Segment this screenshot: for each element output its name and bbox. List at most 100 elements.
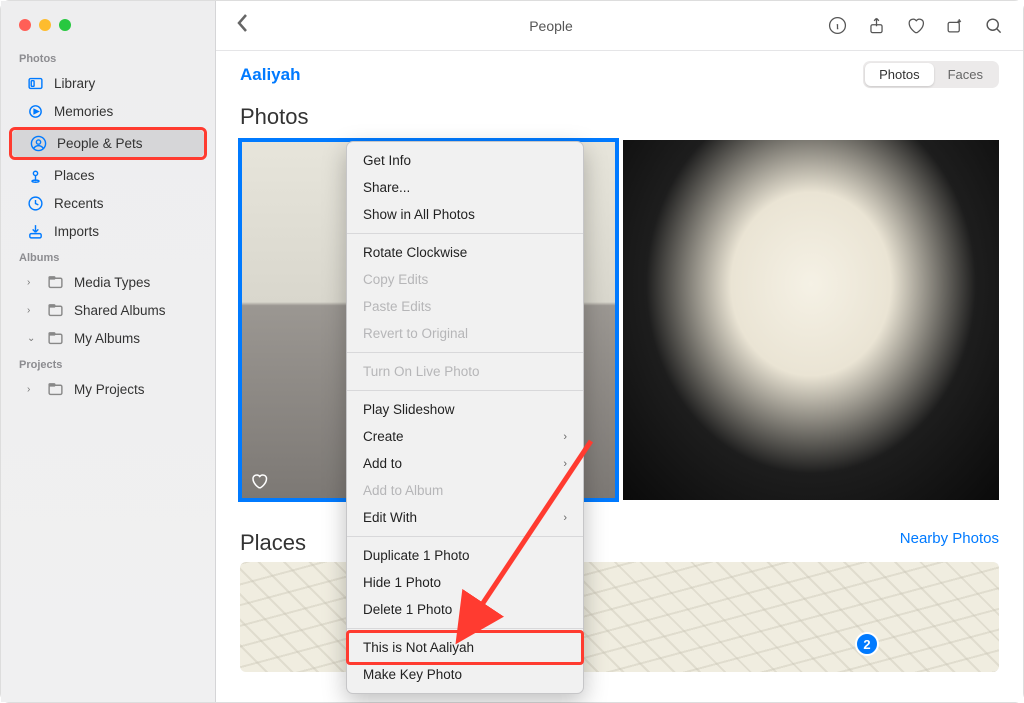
sidebar-item-label: Shared Albums xyxy=(74,303,166,318)
toolbar: People xyxy=(216,1,1023,51)
imports-icon xyxy=(27,223,44,240)
context-menu-item-label: Create xyxy=(363,429,404,444)
nearby-photos-link[interactable]: Nearby Photos xyxy=(900,530,999,556)
context-menu-item[interactable]: Share... xyxy=(347,174,583,201)
sidebar: Photos Library Memories People & Pets Pl… xyxy=(1,1,216,702)
context-menu-item[interactable]: Add to› xyxy=(347,450,583,477)
share-icon[interactable] xyxy=(867,16,886,35)
chevron-right-icon: › xyxy=(27,384,37,395)
context-menu-item-label: Duplicate 1 Photo xyxy=(363,548,470,563)
sidebar-item-recents[interactable]: Recents xyxy=(9,190,207,217)
sidebar-item-my-albums[interactable]: ⌄ My Albums xyxy=(9,325,207,352)
chevron-right-icon: › xyxy=(563,512,567,524)
context-menu-item-label: This is Not Aaliyah xyxy=(363,640,474,655)
context-menu-separator xyxy=(347,390,583,391)
sidebar-section-photos-title: Photos xyxy=(1,47,215,69)
context-menu-item[interactable]: Hide 1 Photo xyxy=(347,569,583,596)
context-menu-item[interactable]: Delete 1 Photo xyxy=(347,596,583,623)
sidebar-item-label: Places xyxy=(54,168,95,183)
minimize-window-button[interactable] xyxy=(39,19,51,31)
context-menu-item[interactable]: Create › xyxy=(347,423,583,450)
context-menu-item[interactable]: Rotate Clockwise xyxy=(347,239,583,266)
context-menu-item[interactable]: Show in All Photos xyxy=(347,201,583,228)
chevron-down-icon: ⌄ xyxy=(27,333,37,344)
person-name-link[interactable]: Aaliyah xyxy=(240,65,300,85)
context-menu-item[interactable]: Duplicate 1 Photo xyxy=(347,542,583,569)
folder-icon xyxy=(47,302,64,319)
context-menu-item-label: Hide 1 Photo xyxy=(363,575,441,590)
sidebar-item-memories[interactable]: Memories xyxy=(9,98,207,125)
sidebar-item-label: Media Types xyxy=(74,275,150,290)
fullscreen-window-button[interactable] xyxy=(59,19,71,31)
people-icon xyxy=(30,135,47,152)
chevron-right-icon: › xyxy=(27,277,37,288)
context-menu-separator xyxy=(347,233,583,234)
close-window-button[interactable] xyxy=(19,19,31,31)
sidebar-section-albums-title: Albums xyxy=(1,246,215,268)
context-menu-item[interactable]: Edit With› xyxy=(347,504,583,531)
library-icon xyxy=(27,75,44,92)
window-title: People xyxy=(274,18,828,34)
context-menu: Get Info Share... Show in All Photos Rotate… xyxy=(346,141,584,694)
rotate-icon[interactable] xyxy=(945,16,964,35)
context-menu-item[interactable]: Play Slideshow xyxy=(347,396,583,423)
context-menu-item: Turn On Live Photo xyxy=(347,358,583,385)
map-cluster-badge[interactable]: 2 xyxy=(855,632,879,656)
sidebar-item-label: Recents xyxy=(54,196,104,211)
context-menu-item: Add to Album xyxy=(347,477,583,504)
context-menu-item: Revert to Original xyxy=(347,320,583,347)
sidebar-item-label: People & Pets xyxy=(57,136,143,151)
chevron-right-icon: › xyxy=(27,305,37,316)
photo-thumbnail[interactable] xyxy=(623,140,1000,500)
places-section-heading: Places xyxy=(240,530,306,556)
tab-photos[interactable]: Photos xyxy=(865,63,933,86)
context-menu-item[interactable]: Get Info xyxy=(347,147,583,174)
back-button[interactable] xyxy=(236,13,250,38)
content-area: Photos Places Nearby Photos 2 xyxy=(216,92,1023,702)
tab-faces[interactable]: Faces xyxy=(934,63,997,86)
sidebar-item-label: Memories xyxy=(54,104,113,119)
context-menu-item-label: Add to xyxy=(363,456,402,471)
context-menu-separator xyxy=(347,536,583,537)
context-menu-item-label: Paste Edits xyxy=(363,299,431,314)
sidebar-item-library[interactable]: Library xyxy=(9,70,207,97)
context-menu-item-label: Rotate Clockwise xyxy=(363,245,467,260)
sidebar-item-label: Imports xyxy=(54,224,99,239)
context-menu-item[interactable]: This is Not Aaliyah xyxy=(347,634,583,661)
context-menu-item-label: Add to Album xyxy=(363,483,443,498)
subheader: Aaliyah Photos Faces xyxy=(216,51,1023,92)
folder-icon xyxy=(47,381,64,398)
context-menu-item: Paste Edits xyxy=(347,293,583,320)
context-menu-item-label: Copy Edits xyxy=(363,272,428,287)
context-menu-item-label: Get Info xyxy=(363,153,411,168)
sidebar-item-media-types[interactable]: › Media Types xyxy=(9,269,207,296)
context-menu-item-label: Share... xyxy=(363,180,410,195)
folder-icon xyxy=(47,274,64,291)
sidebar-section-projects-title: Projects xyxy=(1,353,215,375)
search-icon[interactable] xyxy=(984,16,1003,35)
window-controls xyxy=(1,9,215,47)
photos-section-heading: Photos xyxy=(240,96,999,140)
chevron-right-icon: › xyxy=(563,431,567,443)
favorite-heart-icon xyxy=(250,472,268,490)
sidebar-item-people-pets[interactable]: People & Pets xyxy=(12,130,204,157)
sidebar-item-shared-albums[interactable]: › Shared Albums xyxy=(9,297,207,324)
sidebar-item-places[interactable]: Places xyxy=(9,162,207,189)
annotation-highlight-sidebar: People & Pets xyxy=(9,127,207,160)
context-menu-item-label: Make Key Photo xyxy=(363,667,462,682)
context-menu-separator xyxy=(347,352,583,353)
context-menu-item-label: Play Slideshow xyxy=(363,402,455,417)
context-menu-item-label: Turn On Live Photo xyxy=(363,364,480,379)
sidebar-item-my-projects[interactable]: › My Projects xyxy=(9,376,207,403)
context-menu-item[interactable]: Make Key Photo xyxy=(347,661,583,688)
favorite-icon[interactable] xyxy=(906,16,925,35)
context-menu-separator xyxy=(347,628,583,629)
folder-icon xyxy=(47,330,64,347)
sidebar-item-imports[interactable]: Imports xyxy=(9,218,207,245)
sidebar-item-label: Library xyxy=(54,76,95,91)
context-menu-item-label: Delete 1 Photo xyxy=(363,602,452,617)
places-icon xyxy=(27,167,44,184)
info-icon[interactable] xyxy=(828,16,847,35)
context-menu-item: Copy Edits xyxy=(347,266,583,293)
context-menu-item-label: Show in All Photos xyxy=(363,207,475,222)
